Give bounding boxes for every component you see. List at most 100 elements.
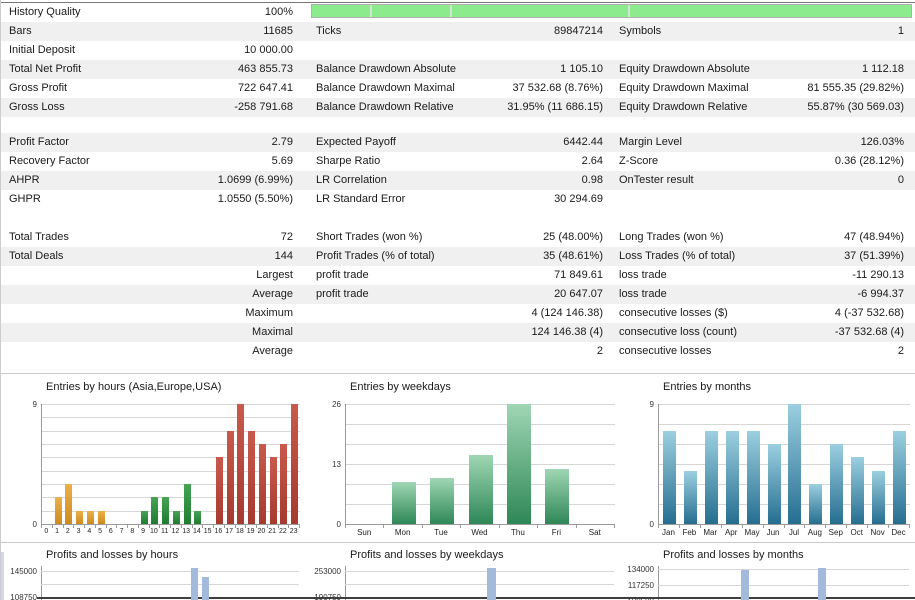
stat-label	[619, 41, 784, 60]
x-axis-tick	[345, 525, 346, 528]
stats-row: Gross Loss -258 791.68 Balance Drawdown Re…	[1, 98, 915, 117]
bar	[280, 444, 288, 524]
stats-spacer-row	[1, 209, 915, 228]
progress-segment-divider	[449, 5, 452, 17]
y-axis-tick-label: 26	[332, 400, 341, 409]
gridline	[346, 404, 615, 405]
chart-plot-area	[41, 404, 300, 525]
stat-gap	[293, 22, 316, 41]
x-axis-tick	[234, 525, 236, 528]
x-axis-tick	[62, 525, 64, 528]
stat-label: Expected Payoff	[316, 136, 396, 148]
profit-bar	[741, 570, 750, 600]
x-axis-tick	[460, 525, 462, 528]
x-axis-tick	[73, 525, 75, 528]
stat-gap	[603, 247, 619, 266]
bar	[172, 510, 180, 524]
bar	[183, 484, 191, 524]
x-axis-category-label: 23	[289, 528, 298, 535]
stat-value: 37 (51.39%)	[844, 250, 904, 262]
stats-row: Bars 11685 Ticks 89847214 Symbols 1	[1, 22, 915, 41]
stat-label: Balance Drawdown Absolute	[316, 63, 457, 75]
stat-label: loss trade	[619, 269, 667, 281]
bar	[86, 510, 94, 524]
gridline	[42, 417, 300, 419]
stat-gap	[603, 323, 619, 342]
stats-row: GHPR 1.0550 (5.50%) LR Standard Error 30 29…	[1, 190, 915, 209]
stat-value: 722 647.41	[237, 82, 293, 94]
stat-label: OnTester result	[619, 174, 694, 186]
bar	[830, 444, 844, 524]
bar	[851, 457, 865, 524]
stat-gap	[293, 304, 316, 323]
stat-value: 1 105.10	[560, 63, 603, 75]
stat-gap	[603, 266, 619, 285]
y-axis-tick-label: 134000	[627, 565, 654, 574]
x-axis-tick	[127, 525, 128, 528]
profit-bar	[487, 568, 497, 600]
stat-label: consecutive losses ($)	[619, 307, 728, 319]
stat-label: Long Trades (won %)	[619, 231, 724, 243]
stat-gap	[603, 133, 619, 152]
stat-value: 1.0699 (6.99%)	[217, 174, 293, 186]
chart-plot-area	[658, 404, 910, 525]
bar	[151, 497, 159, 524]
stat-value: 0.98	[581, 174, 603, 186]
bar	[76, 510, 84, 524]
stat-label: Profit Factor	[9, 136, 69, 148]
stat-label: Loss Trades (% of total)	[619, 250, 736, 262]
stat-gap	[603, 304, 619, 323]
stat-gap	[293, 41, 316, 60]
chart-entries-by-hours: Entries by hours (Asia,Europe,USA) 0 9 0 1 2 3…	[1, 374, 311, 542]
stat-label: Sharpe Ratio	[316, 155, 381, 167]
stat-gap	[293, 342, 316, 361]
profit-bar	[191, 568, 199, 600]
stat-value: 2.64	[581, 155, 603, 167]
x-axis-tick	[421, 525, 423, 528]
gridline	[659, 424, 910, 425]
stat-gap	[293, 171, 316, 190]
stat-label: consecutive loss (count)	[619, 326, 737, 338]
bar	[269, 457, 277, 524]
stat-value: 124 146.38 (4)	[531, 326, 603, 338]
stat-label	[316, 41, 481, 60]
stat-gap	[293, 228, 316, 247]
stat-label: Margin Level	[619, 136, 682, 148]
stats-table: History Quality 100% Bars 11685 Ticks 8984721…	[1, 3, 915, 361]
chart-profits-by-months: Profits and losses by months 134000 117250…	[611, 544, 915, 600]
profit-bar	[202, 577, 210, 600]
stats-row: Total Deals 144 Profit Trades (% of total)…	[1, 247, 915, 266]
stat-label: Symbols	[619, 25, 662, 37]
progress-segment-divider	[628, 5, 631, 17]
stat-value: 11685	[263, 25, 293, 37]
x-axis-tick	[223, 525, 225, 528]
stat-value: Maximum	[245, 307, 293, 319]
chart-entries-by-months: Entries by months 0 9 Jan Feb Mar Apr May Jun Jul…	[611, 374, 915, 542]
bar	[662, 430, 676, 524]
x-axis-tick	[383, 525, 385, 528]
y-axis-tick-label: 0	[649, 520, 654, 529]
stat-label: Ticks	[316, 25, 342, 37]
stat-label	[316, 304, 481, 323]
stat-value: 1.0550 (5.50%)	[217, 193, 293, 205]
chart-entries-by-weekdays: Entries by weekdays 0 13 26 Sun Mon Tue Wed Thu F…	[306, 374, 616, 542]
stat-gap	[293, 247, 316, 266]
stat-label: Equity Drawdown Relative	[619, 101, 748, 113]
x-axis-tick	[256, 525, 257, 528]
bar	[97, 510, 105, 524]
y-axis-tick-label: 9	[649, 400, 654, 409]
x-axis-tick	[825, 525, 827, 528]
left-edge-strip	[1, 552, 4, 600]
stat-label: loss trade	[619, 288, 667, 300]
stat-value: -11 290.13	[852, 269, 904, 281]
stat-label: profit trade	[316, 269, 369, 281]
x-axis-tick	[720, 525, 722, 528]
stat-value: 0	[897, 174, 904, 186]
stats-spacer-row	[1, 117, 915, 133]
x-axis-tick	[266, 525, 268, 528]
gridline	[345, 584, 614, 585]
chart-title: Profits and losses by weekdays	[350, 549, 504, 561]
x-axis-tick	[148, 525, 150, 528]
stat-label: Recovery Factor	[9, 155, 90, 167]
stat-value: 4 (124 146.38)	[531, 307, 603, 319]
